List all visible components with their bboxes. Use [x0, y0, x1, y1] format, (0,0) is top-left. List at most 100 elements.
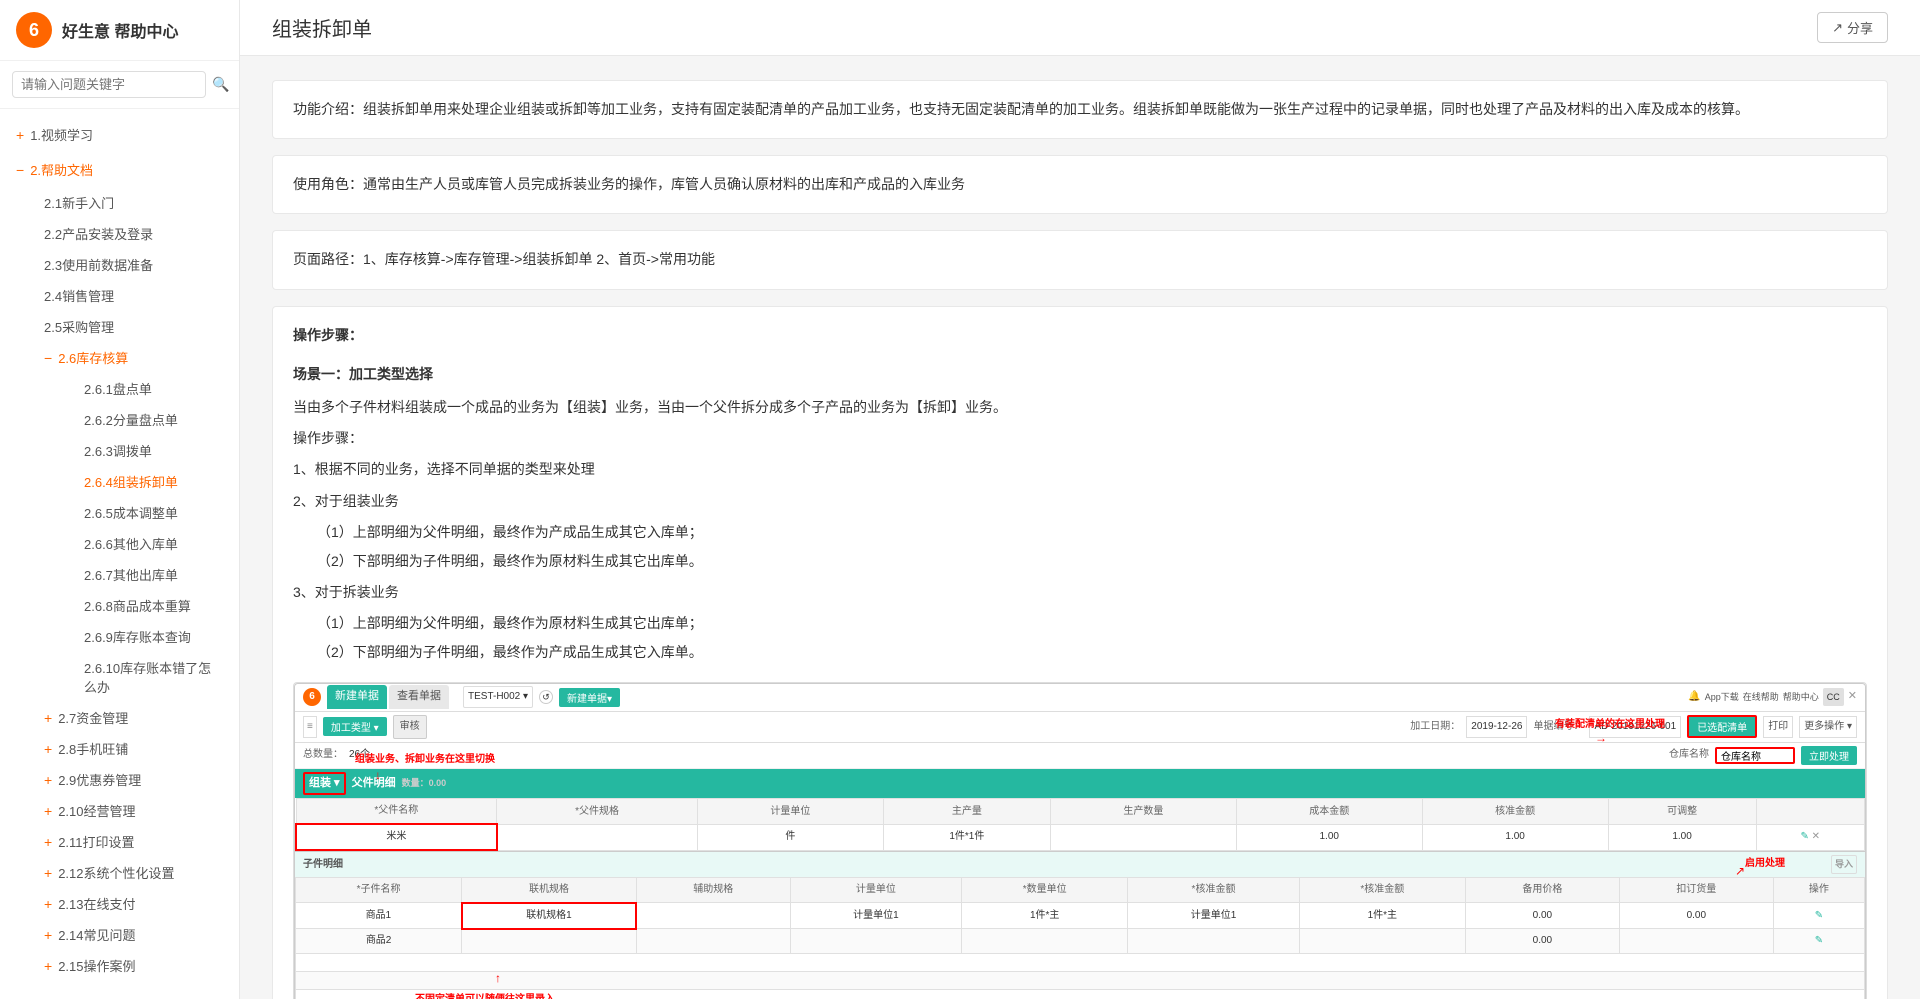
- td-unit: 件: [697, 824, 883, 850]
- share-button[interactable]: ↗ 分享: [1817, 12, 1888, 43]
- search-input[interactable]: [12, 71, 206, 98]
- sidebar-item-2.6.1[interactable]: 2.6.1盘点单: [68, 373, 239, 404]
- sidebar-item-2.5[interactable]: 2.5采购管理: [28, 311, 239, 342]
- sidebar-item-2.6.5[interactable]: 2.6.5成本调整单: [68, 497, 239, 528]
- sidebar-item-2.12[interactable]: + 2.12系统个性化设置: [28, 857, 239, 888]
- td-row-ops: ✎ ✕: [1756, 824, 1864, 850]
- app-title: 好生意 帮助中心: [62, 18, 178, 42]
- mock-btn-more[interactable]: 更多操作 ▾: [1799, 716, 1857, 738]
- sidebar-item-2.11[interactable]: + 2.11打印设置: [28, 826, 239, 857]
- step3-sub1: （1）上部明细为父件明细，最终作为原材料生成其它出库单；: [317, 611, 1867, 636]
- mock-btn-print[interactable]: 打印: [1763, 716, 1793, 738]
- sidebar-item-2.3[interactable]: 2.3使用前数据准备: [28, 249, 239, 280]
- td-approved: 1.00: [1422, 824, 1608, 850]
- mock-menu-icon[interactable]: ≡: [303, 716, 317, 738]
- mock-doc-select[interactable]: TEST-H002 ▾: [463, 686, 533, 708]
- sidebar-item-docs[interactable]: − 2.帮助文档: [0, 152, 239, 187]
- step1-text: 1、根据不同的业务，选择不同单据的类型来处理: [293, 457, 1867, 482]
- mock-warehouse-label: 仓库名称: [1669, 746, 1709, 764]
- td-adj: 1.00: [1608, 824, 1756, 850]
- sidebar-item-2.10[interactable]: + 2.10经营管理: [28, 795, 239, 826]
- mock-warehouse-input[interactable]: [1715, 747, 1795, 764]
- sidebar: 6 好生意 帮助中心 🔍 + 1.视频学习 − 2.帮助文档 2.1新手入门 2…: [0, 0, 240, 999]
- mock-close-icon[interactable]: ✕: [1848, 687, 1857, 707]
- row-edit2-icon[interactable]: ✎: [1815, 910, 1823, 921]
- mock-section-top-wrapper: 组装 ▾ 父件明细 数量：0.00 组装业务、拆卸业务在这里切换 ↓: [295, 769, 1865, 799]
- mock-tab-view[interactable]: 查看单据: [389, 685, 449, 709]
- table-row: [296, 954, 1865, 972]
- step3-sub2: （2）下部明细为子件明细，最终作为产成品生成其它入库单。: [317, 640, 1867, 665]
- mock-section-hint: 数量：0.00: [402, 775, 447, 791]
- steps-title: 操作步骤：: [293, 426, 1867, 451]
- sidebar-item-2.9[interactable]: + 2.9优惠券管理: [28, 764, 239, 795]
- collapse-icon: −: [16, 162, 24, 178]
- expand-icon: +: [16, 127, 24, 143]
- topbar: 组装拆卸单 ↗ 分享: [240, 0, 1920, 56]
- mock-tab-new[interactable]: 新建单据: [327, 685, 387, 709]
- sub-nav-2.6: 2.6.1盘点单 2.6.2分量盘点单 2.6.3调拨单 2.6.4组装拆卸单 …: [28, 373, 239, 702]
- step2-sub2: （2）下部明细为子件明细，最终作为原材料生成其它出库单。: [317, 549, 1867, 574]
- sidebar-item-2.1[interactable]: 2.1新手入门: [28, 187, 239, 218]
- annotation-enable: 启用处理: [1745, 855, 1785, 873]
- mock-btn-save[interactable]: 加工类型 ▾: [323, 717, 387, 736]
- sidebar-item-2.7[interactable]: + 2.7资金管理: [28, 702, 239, 733]
- mock-count-row: 总数量： 26个 仓库名称 立即处理: [295, 743, 1865, 769]
- row-edit-icon[interactable]: ✎: [1801, 831, 1809, 842]
- mock-date-label: 加工日期：: [1410, 718, 1460, 736]
- sidebar-item-2.6[interactable]: − 2.6库存核算: [28, 342, 239, 373]
- sidebar-item-video[interactable]: + 1.视频学习: [0, 117, 239, 152]
- mock-topbar-icons: 🔔 App下载 在线帮助 帮助中心 CC ✕: [1688, 687, 1857, 707]
- mock-section-bottom-wrapper: 子件明细 导入 启用处理 ↗: [295, 851, 1865, 876]
- row-edit3-icon[interactable]: ✎: [1815, 935, 1823, 946]
- sidebar-item-2.6.8[interactable]: 2.6.8商品成本重算: [68, 590, 239, 621]
- sidebar-item-2.14[interactable]: + 2.14常见问题: [28, 919, 239, 950]
- intro-text: 功能介绍：组装拆卸单用来处理企业组装或拆卸等加工业务，支持有固定装配清单的产品加…: [293, 97, 1867, 122]
- mock-date-val[interactable]: 2019-12-26: [1466, 716, 1527, 738]
- mock-btn-submit[interactable]: 审核: [393, 715, 427, 739]
- sidebar-header: 6 好生意 帮助中心: [0, 0, 239, 61]
- sidebar-item-2.6.3[interactable]: 2.6.3调拨单: [68, 435, 239, 466]
- th-approved: 核准金额: [1422, 799, 1608, 825]
- mock-tabs: 新建单据 查看单据: [327, 685, 449, 709]
- sidebar-item-2.4[interactable]: 2.4销售管理: [28, 280, 239, 311]
- sidebar-item-2.2[interactable]: 2.2产品安装及登录: [28, 218, 239, 249]
- annotation-haslist-top: 有装配清单的在这里处理: [1555, 716, 1665, 734]
- mock-type-selector[interactable]: 组装 ▾: [303, 772, 346, 796]
- sidebar-item-2.6.10[interactable]: 2.6.10库存账本错了怎么办: [68, 652, 239, 702]
- mock-import-icon[interactable]: 导入: [1831, 855, 1857, 873]
- th-ops: [1756, 799, 1864, 825]
- step2-sub1: （1）上部明细为父件明细，最终作为产成品生成其它入库单；: [317, 520, 1867, 545]
- mock-browser: 6 新建单据 查看单据 TEST-H002 ▾ ↺ 新建单据▾ 🔔 Ap: [294, 683, 1866, 999]
- row-del-icon[interactable]: ✕: [1812, 831, 1820, 842]
- mock-user-icon[interactable]: CC: [1823, 688, 1844, 706]
- scene1-title: 场景一：加工类型选择: [293, 362, 1867, 387]
- sidebar-item-2.6.2[interactable]: 2.6.2分量盘点单: [68, 404, 239, 435]
- mock-table-top-wrapper: *父件名称 *父件规格 计量单位 主产量 生产数量 成本金额 核准金额 可调整: [295, 798, 1865, 851]
- mock-bell-icon[interactable]: 🔔: [1688, 688, 1700, 706]
- mock-count-label: 总数量：: [303, 746, 343, 764]
- mock-btn-process[interactable]: 立即处理: [1801, 746, 1857, 765]
- nav-list: + 1.视频学习 − 2.帮助文档 2.1新手入门 2.2产品安装及登录 2.3…: [0, 109, 239, 999]
- th-cost: 成本金额: [1236, 799, 1422, 825]
- mock-refresh-icon[interactable]: ↺: [539, 690, 553, 704]
- search-icon[interactable]: 🔍: [212, 76, 229, 93]
- td-main-qty: 1件*1件: [883, 824, 1050, 850]
- step3-text: 3、对于拆装业务: [293, 580, 1867, 605]
- page-title: 组装拆卸单: [272, 13, 372, 42]
- sidebar-item-2.6.7[interactable]: 2.6.7其他出库单: [68, 559, 239, 590]
- info-block-path: 页面路径：1、库存核算->库存管理->组装拆卸单 2、首页->常用功能: [272, 230, 1888, 289]
- sidebar-item-2.15[interactable]: + 2.15操作案例: [28, 950, 239, 981]
- sidebar-item-2.6.4[interactable]: 2.6.4组装拆卸单: [68, 466, 239, 497]
- mock-doc-area: TEST-H002 ▾ ↺ 新建单据▾: [455, 686, 1682, 708]
- sidebar-item-2.13[interactable]: + 2.13在线支付: [28, 888, 239, 919]
- op-steps-block: 操作步骤： 场景一：加工类型选择 当由多个子件材料组装成一个成品的业务为【组装】…: [272, 306, 1888, 999]
- mock-section-label: 父件明细: [352, 774, 396, 794]
- sidebar-item-2.6.6[interactable]: 2.6.6其他入库单: [68, 528, 239, 559]
- mock-btn-new-doc[interactable]: 新建单据▾: [559, 688, 620, 707]
- sidebar-item-2.8[interactable]: + 2.8手机旺铺: [28, 733, 239, 764]
- app-logo: 6: [16, 12, 52, 48]
- mock-btn-haslist[interactable]: 已选配清单: [1687, 715, 1757, 738]
- path-text: 页面路径：1、库存核算->库存管理->组装拆卸单 2、首页->常用功能: [293, 247, 1867, 272]
- td-prod-qty: [1050, 824, 1236, 850]
- sidebar-item-2.6.9[interactable]: 2.6.9库存账本查询: [68, 621, 239, 652]
